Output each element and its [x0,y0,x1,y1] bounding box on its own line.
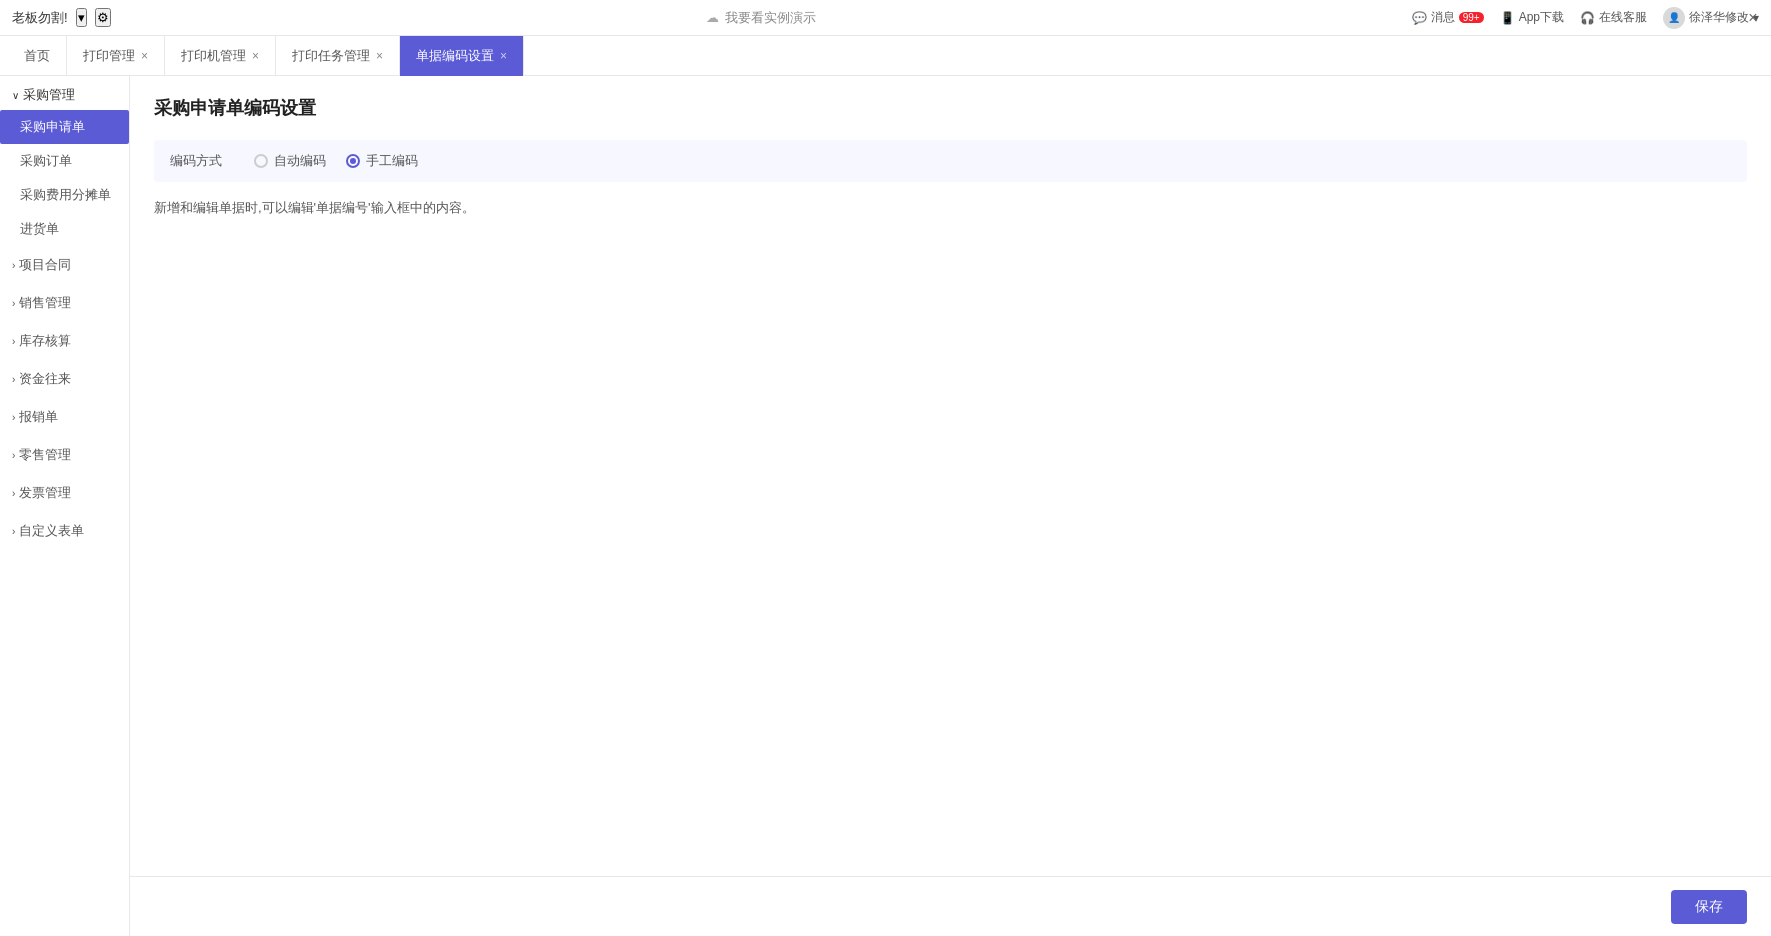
sidebar-item-project-contract-label: 项目合同 [19,256,71,274]
top-bar-left: 老板勿割! ▾ ⚙ [12,8,111,27]
sidebar-item-custom-forms-label: 自定义表单 [19,522,84,540]
message-icon: 💬 [1412,11,1427,25]
sidebar-item-purchase-request-label: 采购申请单 [20,119,85,134]
sidebar-item-purchase-request[interactable]: 采购申请单 [0,110,129,144]
radio-manual-code[interactable]: 手工编码 [346,152,418,170]
radio-manual-circle [346,154,360,168]
radio-manual-label: 手工编码 [366,152,418,170]
save-button[interactable]: 保存 [1671,890,1747,924]
app-icon: 📱 [1500,11,1515,25]
sidebar-item-retail-label: 零售管理 [19,446,71,464]
sidebar-group-purchase: ∨ 采购管理 采购申请单 采购订单 采购费用分摊单 进货单 [0,76,129,246]
top-bar-title: 老板勿割! [12,9,68,27]
sidebar-item-funds[interactable]: › 资金往来 [0,360,129,398]
message-badge: 99+ [1459,12,1484,23]
page-title: 采购申请单编码设置 [154,96,1747,120]
window-close-button[interactable]: × [1735,0,1771,36]
tab-printer-mgmt[interactable]: 打印机管理 × [165,36,276,76]
sidebar-item-goods-receipt-label: 进货单 [20,221,59,236]
chevron-right-icon-5: › [12,412,15,423]
chevron-right-icon-7: › [12,488,15,499]
online-service-label: 在线客服 [1599,9,1647,26]
message-label: 消息 [1431,9,1455,26]
encoding-section: 编码方式 自动编码 手工编码 新增和编辑单据时,可以编辑'单据编号'输入框中的内… [154,140,1747,219]
tab-barcode-setting-label: 单据编码设置 [416,47,494,65]
content-inner: 采购申请单编码设置 编码方式 自动编码 手工编码 [130,76,1771,876]
sidebar-item-project-contract[interactable]: › 项目合同 [0,246,129,284]
chevron-right-icon-6: › [12,450,15,461]
sidebar-item-returns-label: 报销单 [19,408,58,426]
tab-print-task-label: 打印任务管理 [292,47,370,65]
content-footer: 保存 [130,876,1771,936]
main-layout: ∨ 采购管理 采购申请单 采购订单 采购费用分摊单 进货单 › 项目合同 › 销… [0,76,1771,936]
content-area: 采购申请单编码设置 编码方式 自动编码 手工编码 [130,76,1771,936]
tab-print-mgmt[interactable]: 打印管理 × [67,36,165,76]
chevron-right-icon-3: › [12,336,15,347]
settings-icon[interactable]: ⚙ [95,8,111,27]
hint-text: 新增和编辑单据时,可以编辑'单据编号'输入框中的内容。 [154,198,1747,219]
sidebar-item-purchase-order[interactable]: 采购订单 [0,144,129,178]
tab-home-label: 首页 [24,47,50,65]
radio-auto-circle [254,154,268,168]
radio-auto-label: 自动编码 [274,152,326,170]
app-download-label: App下载 [1519,9,1564,26]
chevron-right-icon-4: › [12,374,15,385]
sidebar-item-retail[interactable]: › 零售管理 [0,436,129,474]
tab-barcode-setting-close[interactable]: × [500,49,507,63]
tab-printer-mgmt-close[interactable]: × [252,49,259,63]
chevron-right-icon-8: › [12,526,15,537]
sidebar-item-purchase-expense-label: 采购费用分摊单 [20,187,111,202]
tab-print-mgmt-label: 打印管理 [83,47,135,65]
sidebar-item-sales-mgmt[interactable]: › 销售管理 [0,284,129,322]
encoding-label: 编码方式 [170,152,230,170]
sidebar-item-sales-mgmt-label: 销售管理 [19,294,71,312]
chevron-down-icon: ∨ [12,90,19,101]
sidebar-group-purchase-label: 采购管理 [23,86,75,104]
tab-print-task-close[interactable]: × [376,49,383,63]
chevron-right-icon-2: › [12,298,15,309]
radio-auto-code[interactable]: 自动编码 [254,152,326,170]
sidebar-item-inventory[interactable]: › 库存核算 [0,322,129,360]
tab-barcode-setting[interactable]: 单据编码设置 × [400,36,524,76]
avatar: 👤 [1663,7,1685,29]
sidebar-group-purchase-title[interactable]: ∨ 采购管理 [0,76,129,110]
encoding-row: 编码方式 自动编码 手工编码 [154,140,1747,182]
chevron-right-icon: › [12,260,15,271]
sidebar-item-returns[interactable]: › 报销单 [0,398,129,436]
tab-print-mgmt-close[interactable]: × [141,49,148,63]
cloud-icon: ☁ [706,10,719,25]
sidebar-item-invoice-label: 发票管理 [19,484,71,502]
dropdown-icon[interactable]: ▾ [76,8,87,27]
sidebar-item-invoice[interactable]: › 发票管理 [0,474,129,512]
headset-icon: 🎧 [1580,11,1595,25]
sidebar: ∨ 采购管理 采购申请单 采购订单 采购费用分摊单 进货单 › 项目合同 › 销… [0,76,130,936]
sidebar-item-funds-label: 资金往来 [19,370,71,388]
top-bar-right: 💬 消息 99+ 📱 App下载 🎧 在线客服 👤 徐泽华修改 ▾ [1412,7,1759,29]
tab-print-task[interactable]: 打印任务管理 × [276,36,400,76]
sidebar-item-purchase-order-label: 采购订单 [20,153,72,168]
app-download-button[interactable]: 📱 App下载 [1500,9,1564,26]
online-service-button[interactable]: 🎧 在线客服 [1580,9,1647,26]
sidebar-item-inventory-label: 库存核算 [19,332,71,350]
top-bar: 老板勿割! ▾ ⚙ ☁ 我要看实例演示 💬 消息 99+ 📱 App下载 🎧 在… [0,0,1771,36]
message-button[interactable]: 💬 消息 99+ [1412,9,1484,26]
sidebar-item-goods-receipt[interactable]: 进货单 [0,212,129,246]
tab-bar: 首页 打印管理 × 打印机管理 × 打印任务管理 × 单据编码设置 × [0,36,1771,76]
sidebar-item-custom-forms[interactable]: › 自定义表单 [0,512,129,550]
tab-home[interactable]: 首页 [8,36,67,76]
radio-group: 自动编码 手工编码 [254,152,418,170]
top-bar-center: ☁ 我要看实例演示 [706,9,816,27]
sidebar-item-purchase-expense[interactable]: 采购费用分摊单 [0,178,129,212]
tab-printer-mgmt-label: 打印机管理 [181,47,246,65]
demo-text: 我要看实例演示 [725,9,816,27]
